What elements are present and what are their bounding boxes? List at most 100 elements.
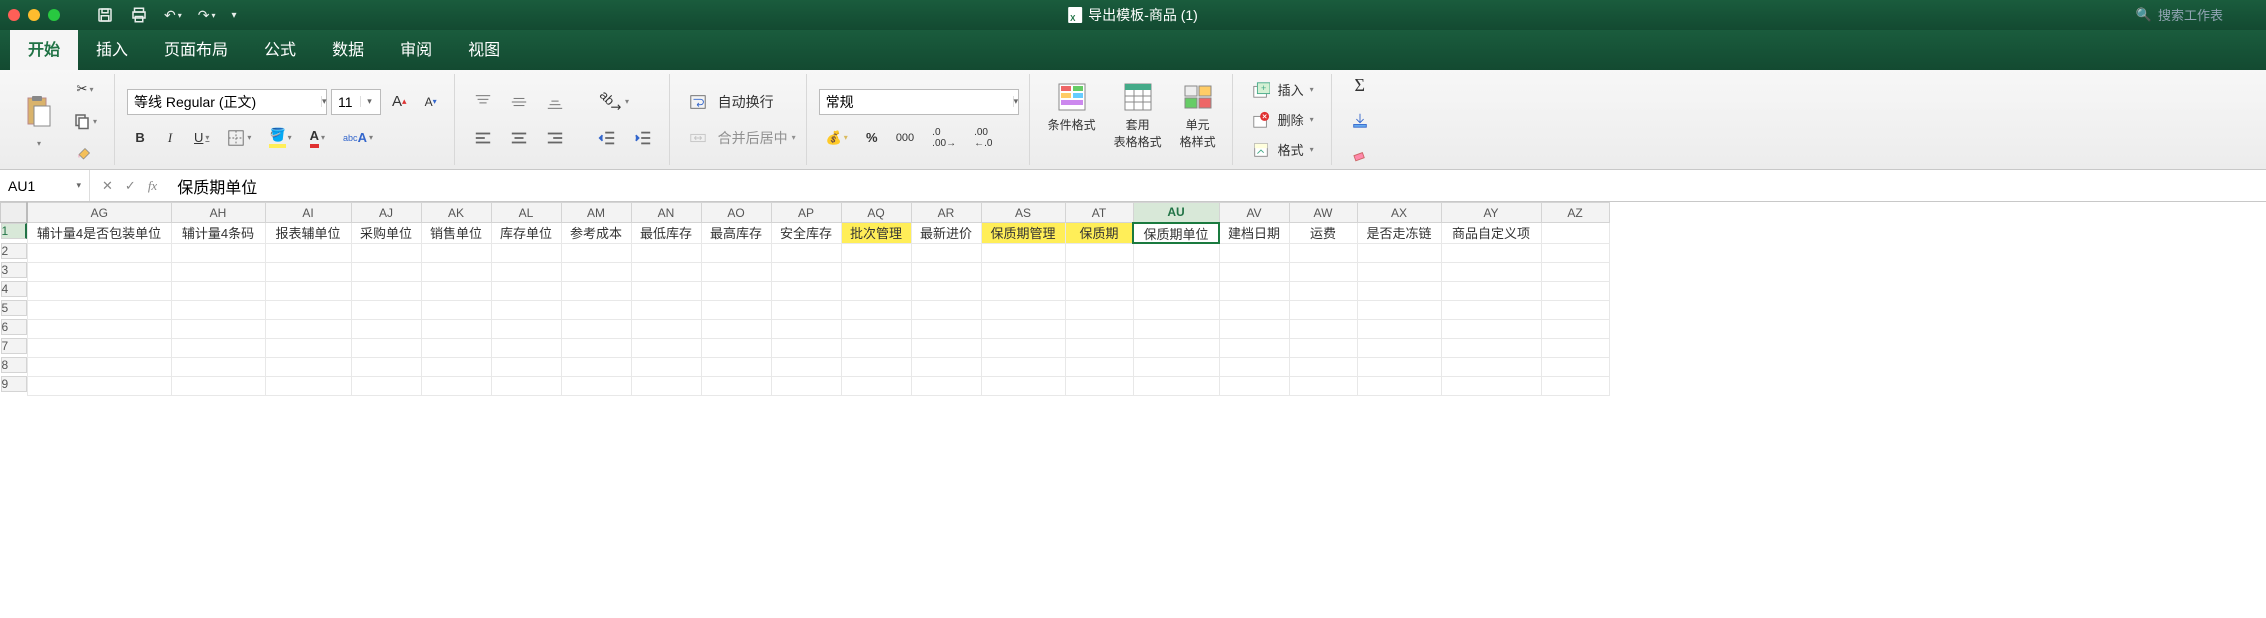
align-left-icon[interactable] [467, 125, 499, 151]
cell[interactable] [1441, 376, 1541, 395]
cell[interactable] [631, 262, 701, 281]
cell[interactable] [1289, 300, 1357, 319]
cell[interactable] [265, 243, 351, 262]
cell[interactable]: 建档日期 [1219, 223, 1289, 244]
tab-data[interactable]: 数据 [314, 28, 382, 70]
cell[interactable] [911, 376, 981, 395]
cell[interactable] [631, 319, 701, 338]
cell[interactable] [1133, 376, 1219, 395]
cell[interactable] [1541, 319, 1609, 338]
cell[interactable] [701, 357, 771, 376]
paste-button[interactable] [16, 92, 60, 151]
cell[interactable] [841, 357, 911, 376]
cell[interactable] [27, 281, 171, 300]
cell[interactable] [1065, 338, 1133, 357]
cell[interactable] [771, 338, 841, 357]
cell[interactable] [491, 319, 561, 338]
cell[interactable]: 参考成本 [561, 223, 631, 244]
cell[interactable] [1357, 262, 1441, 281]
cell[interactable] [981, 319, 1065, 338]
orientation-icon[interactable]: ab↗▾ [591, 89, 636, 115]
align-right-icon[interactable] [539, 125, 571, 151]
cell[interactable] [1219, 300, 1289, 319]
fx-icon[interactable]: fx [148, 178, 157, 194]
save-icon[interactable] [96, 6, 114, 24]
cell[interactable] [771, 357, 841, 376]
cell[interactable]: 安全库存 [771, 223, 841, 244]
cell[interactable] [421, 357, 491, 376]
cell[interactable] [981, 338, 1065, 357]
cell[interactable] [841, 319, 911, 338]
cell[interactable] [911, 281, 981, 300]
cell[interactable] [171, 376, 265, 395]
cell[interactable] [1289, 243, 1357, 262]
column-header[interactable]: AI [265, 203, 351, 223]
cell-reference-input[interactable] [8, 178, 68, 194]
cell[interactable] [351, 243, 421, 262]
cell[interactable]: 保质期单位 [1133, 223, 1219, 244]
copy-icon[interactable]: ▾ [66, 108, 104, 134]
column-header[interactable]: AJ [351, 203, 421, 223]
cell[interactable]: 辅计量4是否包装单位 [27, 223, 171, 244]
cell[interactable] [701, 319, 771, 338]
cell[interactable] [771, 376, 841, 395]
cell[interactable] [1541, 300, 1609, 319]
format-cells-button[interactable]: 格式▾ [1245, 137, 1321, 163]
cell[interactable] [421, 319, 491, 338]
cell[interactable] [421, 243, 491, 262]
cell[interactable] [1541, 262, 1609, 281]
cell[interactable] [1065, 300, 1133, 319]
cell[interactable] [351, 262, 421, 281]
decrease-indent-icon[interactable] [591, 125, 623, 151]
cell[interactable] [841, 243, 911, 262]
cell[interactable] [911, 357, 981, 376]
cell[interactable] [841, 376, 911, 395]
cell[interactable] [771, 281, 841, 300]
cell[interactable] [171, 243, 265, 262]
cell[interactable] [491, 338, 561, 357]
align-middle-icon[interactable] [503, 89, 535, 115]
decrease-decimal-icon[interactable]: .00←.0 [967, 125, 999, 151]
redo-icon[interactable]: ↷▾ [198, 7, 216, 24]
cell[interactable] [911, 338, 981, 357]
cell[interactable] [631, 376, 701, 395]
number-format-dropdown[interactable]: ▾ [1013, 96, 1019, 107]
cell[interactable] [771, 319, 841, 338]
cell[interactable] [27, 243, 171, 262]
cell[interactable] [1357, 357, 1441, 376]
italic-button[interactable]: I [157, 125, 183, 151]
cell-styles-button[interactable]: 单元 格样式 [1174, 80, 1222, 152]
cell[interactable] [1219, 357, 1289, 376]
cell[interactable]: 最高库存 [701, 223, 771, 244]
cell[interactable] [1289, 338, 1357, 357]
tab-review[interactable]: 审阅 [382, 28, 450, 70]
cell[interactable] [1219, 262, 1289, 281]
cell[interactable] [1219, 243, 1289, 262]
column-header[interactable]: AW [1289, 203, 1357, 223]
maximize-window[interactable] [48, 9, 60, 21]
cell[interactable] [841, 262, 911, 281]
border-button[interactable]: ▾ [220, 125, 258, 151]
search-input[interactable] [2158, 8, 2258, 23]
cell[interactable] [1289, 319, 1357, 338]
column-header[interactable]: AR [911, 203, 981, 223]
cell[interactable]: 最新进价 [911, 223, 981, 244]
cell[interactable] [351, 300, 421, 319]
cell[interactable] [841, 300, 911, 319]
column-header[interactable]: AX [1357, 203, 1441, 223]
column-header[interactable]: AO [701, 203, 771, 223]
increase-indent-icon[interactable] [627, 125, 659, 151]
font-name-combo[interactable]: ▾ [127, 89, 327, 115]
column-header[interactable]: AH [171, 203, 265, 223]
cell[interactable] [1541, 243, 1609, 262]
cell[interactable] [981, 300, 1065, 319]
cell[interactable] [265, 281, 351, 300]
cell[interactable] [911, 300, 981, 319]
cell[interactable] [1065, 262, 1133, 281]
spreadsheet-grid[interactable]: AGAHAIAJAKALAMANAOAPAQARASATAUAVAWAXAYAZ… [0, 202, 2266, 396]
column-header[interactable]: AL [491, 203, 561, 223]
cell[interactable] [1441, 319, 1541, 338]
align-center-icon[interactable] [503, 125, 535, 151]
cell[interactable] [265, 376, 351, 395]
cell[interactable] [1441, 357, 1541, 376]
